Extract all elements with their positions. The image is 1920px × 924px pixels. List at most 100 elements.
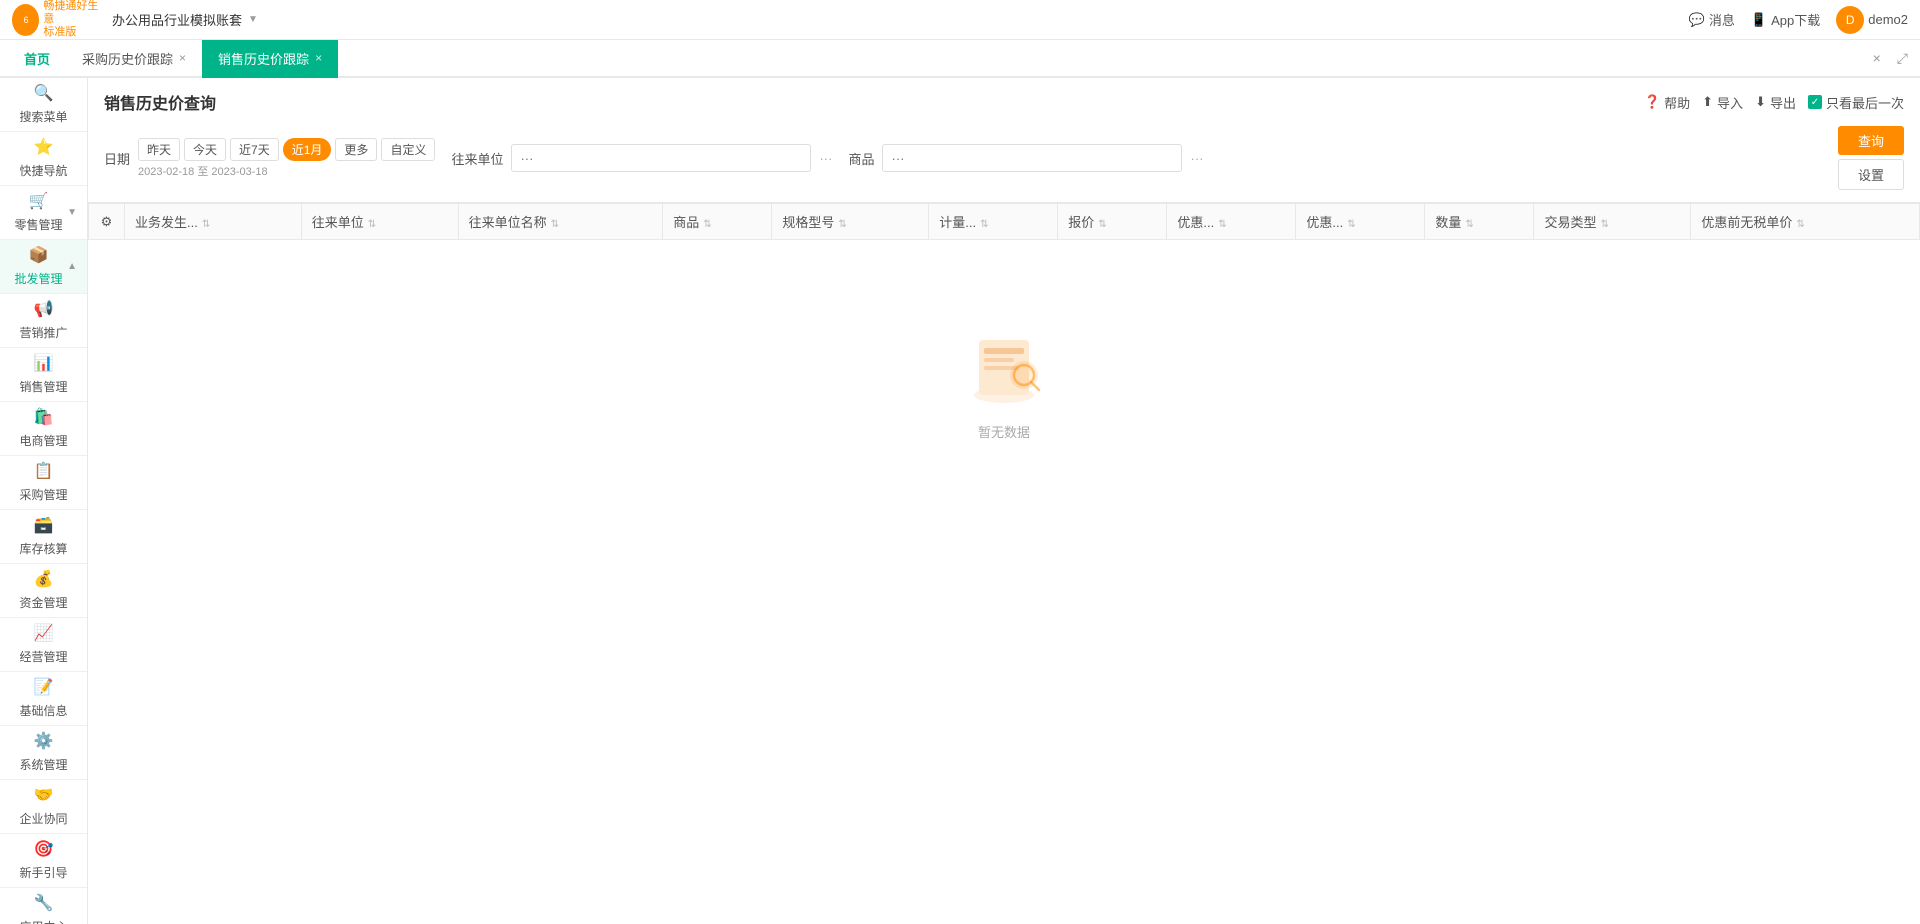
sidebar-item-search-label: 搜索菜单 <box>19 109 67 126</box>
basic-icon: 📝 <box>34 677 54 699</box>
partner-filter-label: 往来单位 <box>451 149 503 168</box>
retail-icon: 🛒 <box>29 191 49 213</box>
th-gear[interactable]: ⚙ <box>89 204 125 240</box>
tab-purchase-history-close-icon[interactable]: × <box>179 52 186 64</box>
sidebar-item-retail-label: 零售管理 <box>15 217 63 234</box>
page-header: 销售历史价查询 ❓ 帮助 ⬆ 导入 ⬇ 导出 ✓ <box>88 78 1920 203</box>
window-close-icon[interactable]: × <box>1869 46 1885 70</box>
sidebar-item-operations-label: 经营管理 <box>19 649 67 666</box>
wholesale-icon: 📦 <box>29 245 49 267</box>
message-btn[interactable]: 💬 消息 <box>1689 10 1735 29</box>
import-icon: ⬆ <box>1702 94 1713 110</box>
sidebar-item-system[interactable]: ⚙️ 系统管理 <box>0 726 87 780</box>
sales-mgmt-icon: 📊 <box>34 353 54 375</box>
date-range-group: 昨天 今天 近7天 近1月 更多 自定义 2023-02-18 至 2023-0… <box>138 138 435 179</box>
date-btn-custom[interactable]: 自定义 <box>381 138 435 161</box>
partner-filter-input[interactable] <box>511 144 811 172</box>
sidebar-item-finance[interactable]: 💰 资金管理 <box>0 564 87 618</box>
sidebar-item-guide[interactable]: 🎯 新手引导 <box>0 834 87 888</box>
query-button[interactable]: 查询 <box>1838 126 1904 155</box>
date-buttons: 昨天 今天 近7天 近1月 更多 自定义 <box>138 138 435 161</box>
top-bar: 6 畅捷通好生意 标准版 办公用品行业模拟账套 ▼ 💬 消息 📱 App下载 D… <box>0 0 1920 40</box>
last-only-checkbox[interactable]: ✓ <box>1808 95 1822 109</box>
export-btn[interactable]: ⬇ 导出 <box>1755 93 1796 112</box>
page-title: 销售历史价查询 <box>104 90 216 114</box>
sidebar-item-appstore-label: 应用中心 <box>19 919 67 924</box>
th-unit[interactable]: 计量...⇅ <box>929 204 1058 240</box>
avatar: D <box>1836 6 1864 34</box>
guide-icon: 🎯 <box>34 839 54 861</box>
tab-sales-history-close-icon[interactable]: × <box>315 52 322 64</box>
th-price[interactable]: 报价⇅ <box>1058 204 1167 240</box>
enterprise-icon: 🤝 <box>34 785 54 807</box>
settings-button[interactable]: 设置 <box>1838 159 1904 190</box>
sidebar-item-enterprise[interactable]: 🤝 企业协同 <box>0 780 87 834</box>
inventory-icon: 🗃️ <box>34 515 54 537</box>
sidebar-item-purchase[interactable]: 📋 采购管理 <box>0 456 87 510</box>
tab-window-actions: × ⤢ <box>1869 46 1912 71</box>
goods-filter-input[interactable] <box>882 144 1182 172</box>
page-actions: ❓ 帮助 ⬆ 导入 ⬇ 导出 ✓ 只看最后一次 <box>1644 93 1904 112</box>
sidebar-item-operations[interactable]: 📈 经营管理 <box>0 618 87 672</box>
tab-sales-history[interactable]: 销售历史价跟踪 × <box>202 40 338 78</box>
sidebar-item-search[interactable]: 🔍 搜索菜单 <box>0 78 87 132</box>
tab-purchase-history[interactable]: 采购历史价跟踪 × <box>66 40 202 78</box>
th-date[interactable]: 业务发生...⇅ <box>125 204 302 240</box>
tab-home[interactable]: 首页 <box>8 40 66 78</box>
sidebar-item-ecommerce[interactable]: 🛍️ 电商管理 <box>0 402 87 456</box>
phone-icon: 📱 <box>1751 12 1767 28</box>
sidebar-item-retail[interactable]: 🛒 零售管理 ▼ <box>0 186 87 240</box>
help-label: 帮助 <box>1664 93 1690 112</box>
import-btn[interactable]: ⬆ 导入 <box>1702 93 1743 112</box>
message-label: 消息 <box>1709 10 1735 29</box>
app-download-label: App下载 <box>1771 10 1820 29</box>
sidebar-item-shortcut[interactable]: ⭐ 快捷导航 <box>0 132 87 186</box>
th-pretax-price[interactable]: 优惠前无税单价⇅ <box>1691 204 1920 240</box>
date-filter-label: 日期 <box>104 149 130 168</box>
help-btn[interactable]: ❓ 帮助 <box>1644 93 1690 112</box>
user-menu[interactable]: D demo2 <box>1836 6 1908 34</box>
sidebar-item-enterprise-label: 企业协同 <box>19 811 67 828</box>
th-partner-code[interactable]: 往来单位⇅ <box>301 204 458 240</box>
th-discount2[interactable]: 优惠...⇅ <box>1296 204 1425 240</box>
filter-row: 日期 昨天 今天 近7天 近1月 更多 自定义 2023-02-18 至 202… <box>104 126 1904 202</box>
th-goods[interactable]: 商品⇅ <box>663 204 772 240</box>
app-download-btn[interactable]: 📱 App下载 <box>1751 10 1820 29</box>
sidebar-item-guide-label: 新手引导 <box>19 865 67 882</box>
last-only-checkbox-group[interactable]: ✓ 只看最后一次 <box>1808 93 1904 112</box>
message-icon: 💬 <box>1689 12 1705 28</box>
date-btn-7days[interactable]: 近7天 <box>230 138 279 161</box>
sidebar-item-appstore[interactable]: 🔧 应用中心 <box>0 888 87 924</box>
th-partner-name[interactable]: 往来单位名称⇅ <box>458 204 663 240</box>
date-btn-1month[interactable]: 近1月 <box>283 138 332 161</box>
sidebar-item-basic[interactable]: 📝 基础信息 <box>0 672 87 726</box>
sidebar-item-finance-label: 资金管理 <box>19 595 67 612</box>
th-spec[interactable]: 规格型号⇅ <box>772 204 929 240</box>
appstore-icon: 🔧 <box>34 893 54 915</box>
sidebar-item-purchase-label: 采购管理 <box>19 487 67 504</box>
import-label: 导入 <box>1717 93 1743 112</box>
date-btn-more[interactable]: 更多 <box>335 138 377 161</box>
finance-icon: 💰 <box>34 569 54 591</box>
date-btn-today[interactable]: 今天 <box>184 138 226 161</box>
goods-filter-group: 商品 ··· <box>848 144 1203 172</box>
operations-icon: 📈 <box>34 623 54 645</box>
sidebar-item-basic-label: 基础信息 <box>19 703 67 720</box>
date-btn-yesterday[interactable]: 昨天 <box>138 138 180 161</box>
sidebar-item-system-label: 系统管理 <box>19 757 67 774</box>
sidebar-item-inventory[interactable]: 🗃️ 库存核算 <box>0 510 87 564</box>
app-selector[interactable]: 办公用品行业模拟账套 ▼ <box>100 10 1689 29</box>
th-quantity[interactable]: 数量⇅ <box>1425 204 1534 240</box>
sidebar: 🔍 搜索菜单 ⭐ 快捷导航 🛒 零售管理 ▼ 📦 批发管理 ▲ 📢 营销推广 <box>0 78 88 924</box>
data-table: ⚙ 业务发生...⇅ 往来单位⇅ 往来单位名称⇅ 商品⇅ 规格型号⇅ 计量...… <box>88 203 1920 240</box>
window-maximize-icon[interactable]: ⤢ <box>1893 46 1912 71</box>
sidebar-item-wholesale[interactable]: 📦 批发管理 ▲ <box>0 240 87 294</box>
sidebar-item-shortcut-label: 快捷导航 <box>19 163 67 180</box>
sidebar-item-sales-mgmt[interactable]: 📊 销售管理 <box>0 348 87 402</box>
sidebar-item-marketing-label: 营销推广 <box>19 325 67 342</box>
th-trade-type[interactable]: 交易类型⇅ <box>1534 204 1691 240</box>
goods-ellipsis-icon: ··· <box>1190 151 1203 166</box>
th-discount1[interactable]: 优惠...⇅ <box>1167 204 1296 240</box>
sidebar-item-marketing[interactable]: 📢 营销推广 <box>0 294 87 348</box>
tab-bar: 首页 采购历史价跟踪 × 销售历史价跟踪 × × ⤢ <box>0 40 1920 78</box>
